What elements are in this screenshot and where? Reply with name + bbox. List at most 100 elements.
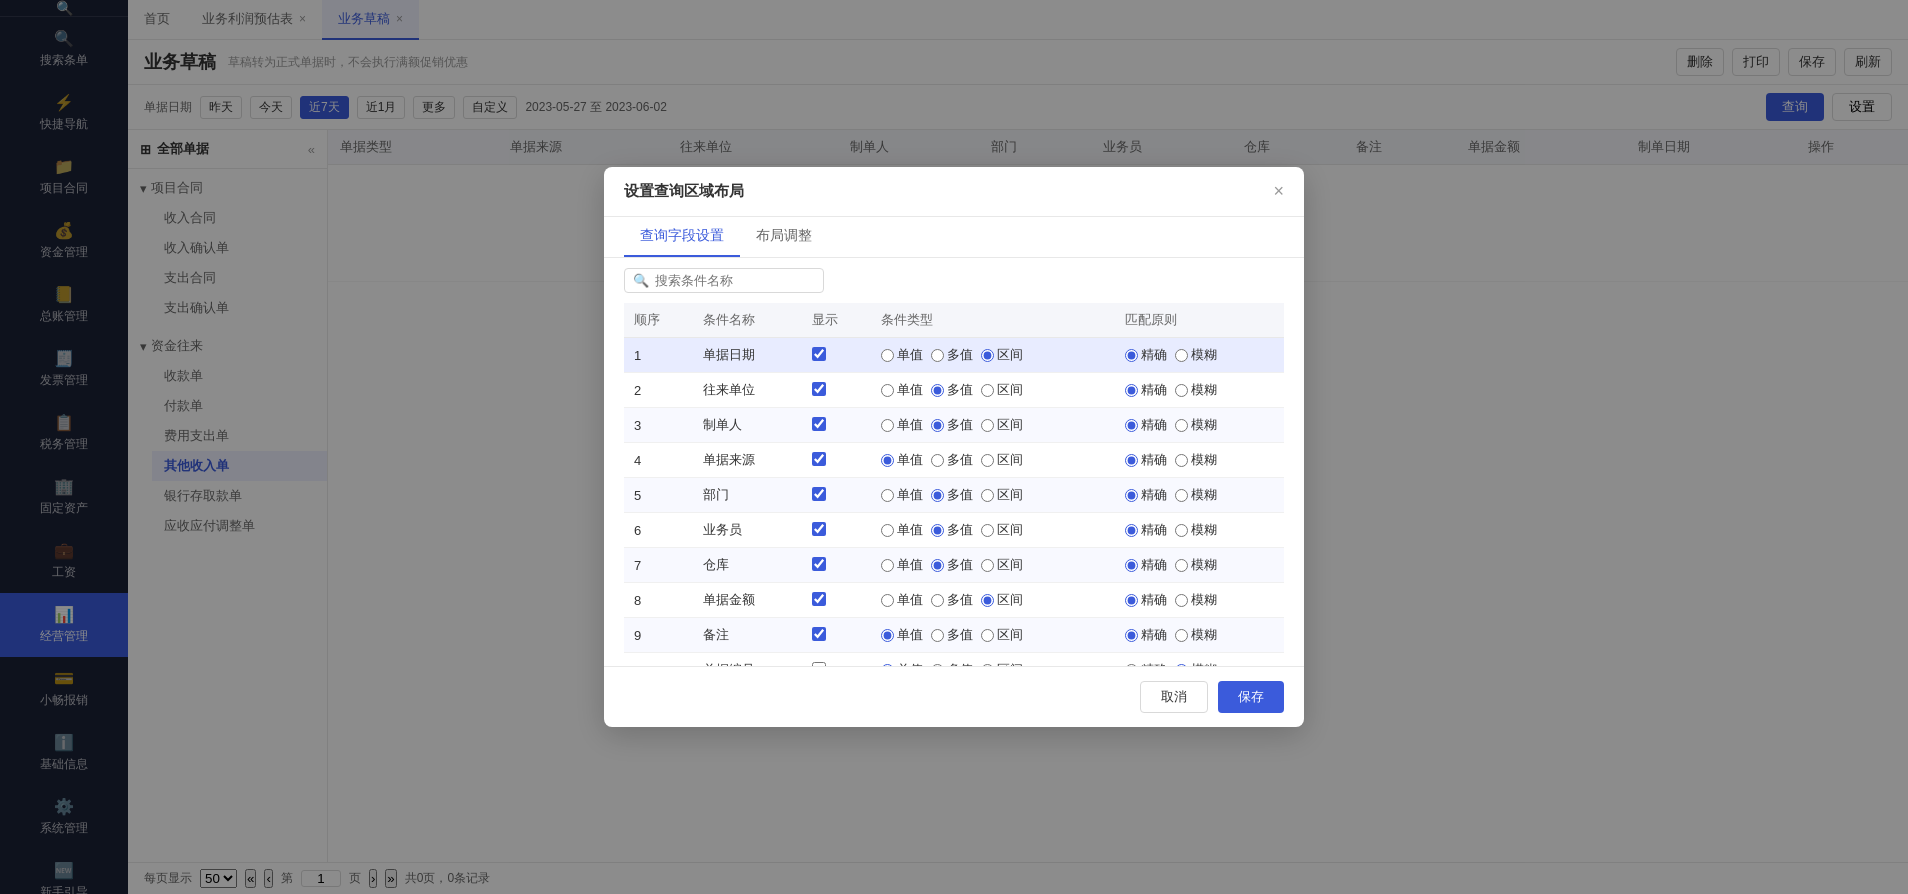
cell-show[interactable]: [802, 618, 871, 653]
match-radio-模糊[interactable]: 模糊: [1175, 591, 1217, 609]
show-checkbox[interactable]: [812, 522, 826, 536]
cell-type[interactable]: 单值多值区间: [871, 443, 1115, 478]
cell-type[interactable]: 单值多值区间: [871, 653, 1115, 667]
modal-tabs: 查询字段设置 布局调整: [604, 217, 1304, 258]
cell-name: 单据来源: [693, 443, 801, 478]
th-show: 显示: [802, 303, 871, 338]
cell-type[interactable]: 单值多值区间: [871, 513, 1115, 548]
show-checkbox[interactable]: [812, 487, 826, 501]
type-radio-多值[interactable]: 多值: [931, 346, 973, 364]
search-input[interactable]: [655, 273, 815, 288]
type-radio-区间[interactable]: 区间: [981, 486, 1023, 504]
match-radio-精确[interactable]: 精确: [1125, 626, 1167, 644]
show-checkbox[interactable]: [812, 592, 826, 606]
match-radio-模糊[interactable]: 模糊: [1175, 626, 1217, 644]
cell-match[interactable]: 精确模糊: [1115, 338, 1284, 373]
cell-match[interactable]: 精确模糊: [1115, 583, 1284, 618]
cell-match[interactable]: 精确模糊: [1115, 548, 1284, 583]
match-radio-精确[interactable]: 精确: [1125, 381, 1167, 399]
match-radio-模糊[interactable]: 模糊: [1175, 346, 1217, 364]
cell-type[interactable]: 单值多值区间: [871, 373, 1115, 408]
type-radio-区间[interactable]: 区间: [981, 346, 1023, 364]
match-radio-精确[interactable]: 精确: [1125, 451, 1167, 469]
type-radio-多值[interactable]: 多值: [931, 556, 973, 574]
cell-match[interactable]: 精确模糊: [1115, 513, 1284, 548]
show-checkbox[interactable]: [812, 557, 826, 571]
type-radio-区间[interactable]: 区间: [981, 591, 1023, 609]
match-radio-模糊[interactable]: 模糊: [1175, 416, 1217, 434]
show-checkbox[interactable]: [812, 347, 826, 361]
cell-match[interactable]: 精确模糊: [1115, 478, 1284, 513]
type-radio-多值[interactable]: 多值: [931, 381, 973, 399]
modal-close-button[interactable]: ×: [1273, 181, 1284, 202]
tab-fields[interactable]: 查询字段设置: [624, 217, 740, 257]
type-radio-区间[interactable]: 区间: [981, 626, 1023, 644]
cell-match[interactable]: 精确模糊: [1115, 618, 1284, 653]
type-radio-多值[interactable]: 多值: [931, 451, 973, 469]
match-radio-精确[interactable]: 精确: [1125, 486, 1167, 504]
match-radio-精确[interactable]: 精确: [1125, 346, 1167, 364]
type-radio-单值[interactable]: 单值: [881, 381, 923, 399]
type-radio-区间[interactable]: 区间: [981, 381, 1023, 399]
cell-show[interactable]: [802, 373, 871, 408]
type-radio-单值[interactable]: 单值: [881, 521, 923, 539]
tab-layout[interactable]: 布局调整: [740, 217, 828, 257]
match-radio-模糊[interactable]: 模糊: [1175, 486, 1217, 504]
cell-show[interactable]: [802, 513, 871, 548]
cell-match[interactable]: 精确模糊: [1115, 408, 1284, 443]
type-radio-多值[interactable]: 多值: [931, 626, 973, 644]
cell-type[interactable]: 单值多值区间: [871, 548, 1115, 583]
match-radio-模糊[interactable]: 模糊: [1175, 556, 1217, 574]
cell-show[interactable]: [802, 548, 871, 583]
cell-type[interactable]: 单值多值区间: [871, 338, 1115, 373]
type-radio-单值[interactable]: 单值: [881, 626, 923, 644]
cell-order: 4: [624, 443, 693, 478]
match-radio-模糊[interactable]: 模糊: [1175, 381, 1217, 399]
type-radio-单值[interactable]: 单值: [881, 416, 923, 434]
match-radio-精确[interactable]: 精确: [1125, 521, 1167, 539]
type-radio-单值[interactable]: 单值: [881, 451, 923, 469]
show-checkbox[interactable]: [812, 417, 826, 431]
type-radio-区间[interactable]: 区间: [981, 556, 1023, 574]
cell-show[interactable]: [802, 583, 871, 618]
cancel-button[interactable]: 取消: [1140, 681, 1208, 713]
type-radio-单值[interactable]: 单值: [881, 346, 923, 364]
show-checkbox[interactable]: [812, 627, 826, 641]
type-radio-多值[interactable]: 多值: [931, 486, 973, 504]
type-radio-单值[interactable]: 单值: [881, 556, 923, 574]
type-radio-多值[interactable]: 多值: [931, 591, 973, 609]
cell-show[interactable]: [802, 443, 871, 478]
match-radio-精确[interactable]: 精确: [1125, 416, 1167, 434]
cell-order: 9: [624, 618, 693, 653]
type-radio-单值[interactable]: 单值: [881, 591, 923, 609]
type-radio-区间[interactable]: 区间: [981, 521, 1023, 539]
cell-order: 8: [624, 583, 693, 618]
cell-name: 制单人: [693, 408, 801, 443]
type-radio-多值[interactable]: 多值: [931, 521, 973, 539]
cell-name: 仓库: [693, 548, 801, 583]
cell-show[interactable]: [802, 338, 871, 373]
type-radio-区间[interactable]: 区间: [981, 416, 1023, 434]
cell-show[interactable]: [802, 653, 871, 667]
show-checkbox[interactable]: [812, 382, 826, 396]
modal-table-wrap: 顺序 条件名称 显示 条件类型 匹配原则 1单据日期单值多值区间精确模糊2往来单…: [604, 303, 1304, 666]
match-radio-精确[interactable]: 精确: [1125, 591, 1167, 609]
modal-table: 顺序 条件名称 显示 条件类型 匹配原则 1单据日期单值多值区间精确模糊2往来单…: [624, 303, 1284, 666]
cell-match[interactable]: 精确模糊: [1115, 443, 1284, 478]
match-radio-精确[interactable]: 精确: [1125, 556, 1167, 574]
type-radio-多值[interactable]: 多值: [931, 416, 973, 434]
type-radio-单值[interactable]: 单值: [881, 486, 923, 504]
cell-type[interactable]: 单值多值区间: [871, 478, 1115, 513]
match-radio-模糊[interactable]: 模糊: [1175, 521, 1217, 539]
type-radio-区间[interactable]: 区间: [981, 451, 1023, 469]
match-radio-模糊[interactable]: 模糊: [1175, 451, 1217, 469]
cell-match[interactable]: 精确模糊: [1115, 653, 1284, 667]
cell-show[interactable]: [802, 478, 871, 513]
cell-type[interactable]: 单值多值区间: [871, 583, 1115, 618]
show-checkbox[interactable]: [812, 452, 826, 466]
cell-show[interactable]: [802, 408, 871, 443]
cell-type[interactable]: 单值多值区间: [871, 408, 1115, 443]
cell-type[interactable]: 单值多值区间: [871, 618, 1115, 653]
cell-match[interactable]: 精确模糊: [1115, 373, 1284, 408]
modal-save-button[interactable]: 保存: [1218, 681, 1284, 713]
